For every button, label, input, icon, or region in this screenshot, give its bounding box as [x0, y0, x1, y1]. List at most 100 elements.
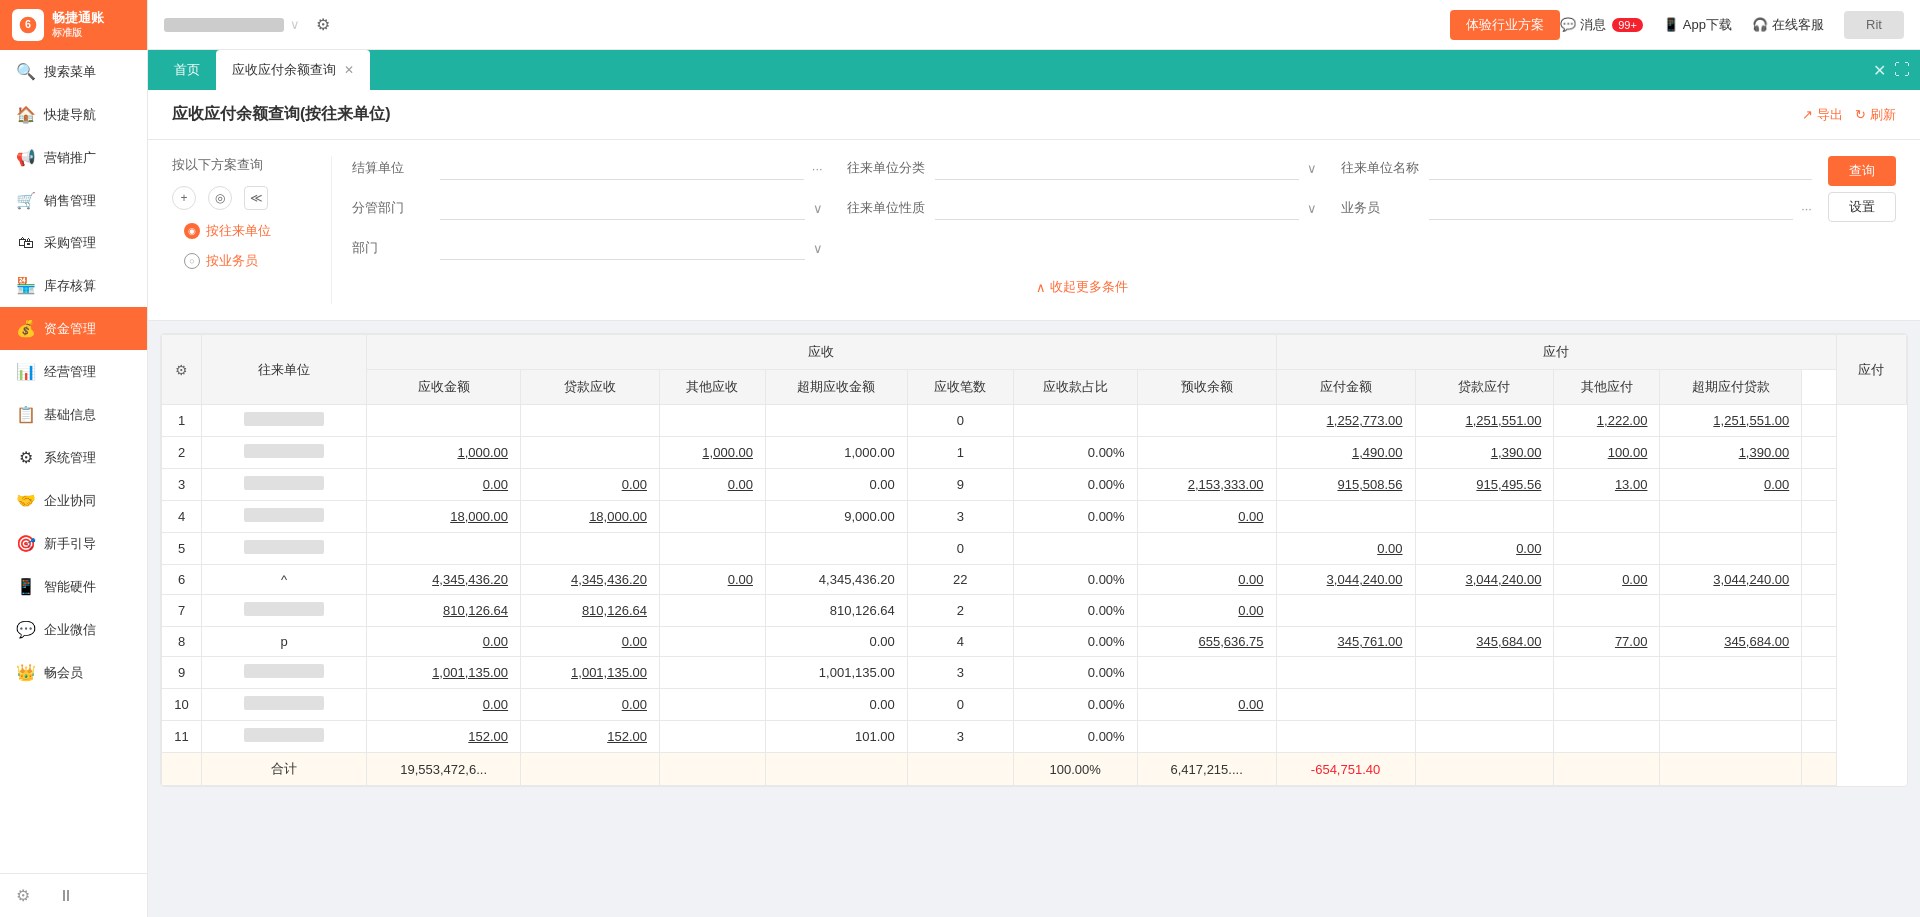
table-cell[interactable]: 0.00 — [367, 627, 521, 657]
table-cell[interactable]: 0.00 — [659, 565, 765, 595]
settlement-unit-input[interactable] — [440, 156, 804, 180]
filter-collapse-btn[interactable]: ∧ 收起更多条件 — [1028, 270, 1136, 304]
tab-close-icon[interactable]: ✕ — [344, 63, 354, 77]
table-cell[interactable]: 1,251,551.00 — [1415, 405, 1554, 437]
tab-expand-icon[interactable]: ⛶ — [1894, 61, 1910, 79]
table-cell[interactable]: 1,390.00 — [1415, 437, 1554, 469]
sidebar-item-enterprise-wechat[interactable]: 💬 企业微信 — [0, 608, 147, 651]
table-cell[interactable]: 1,390.00 — [1660, 437, 1802, 469]
sidebar-item-quick-nav[interactable]: 🏠 快捷导航 — [0, 93, 147, 136]
table-cell[interactable]: 3,044,240.00 — [1660, 565, 1802, 595]
sidebar-item-sales[interactable]: 🛒 销售管理 — [0, 179, 147, 222]
salesperson-dots[interactable]: ··· — [1801, 201, 1812, 216]
table-cell[interactable]: 152.00 — [521, 721, 660, 753]
table-cell[interactable]: 0.00 — [659, 469, 765, 501]
salesperson-input[interactable] — [1429, 196, 1793, 220]
tab-close-all-icon[interactable]: ✕ — [1873, 61, 1886, 80]
tab-home[interactable]: 首页 — [158, 50, 216, 90]
footer-settings-icon[interactable]: ⚙ — [16, 886, 30, 905]
filter-add-btn[interactable]: + — [172, 186, 196, 210]
table-cell[interactable]: 655,636.75 — [1137, 627, 1276, 657]
sidebar-item-purchase[interactable]: 🛍 采购管理 — [0, 222, 147, 264]
table-settings-icon[interactable]: ⚙ — [175, 362, 188, 378]
table-cell[interactable]: 0.00 — [367, 469, 521, 501]
message-section[interactable]: 💬 消息 99+ — [1560, 16, 1643, 34]
sidebar-item-finance[interactable]: 💰 资金管理 — [0, 307, 147, 350]
table-cell[interactable]: 0.00 — [1137, 501, 1276, 533]
table-cell[interactable]: 0.00 — [1137, 689, 1276, 721]
settlement-unit-dots[interactable]: ··· — [812, 161, 823, 176]
unit-nature-select[interactable] — [935, 196, 1300, 220]
filter-nav-by-unit[interactable]: ◉ 按往来单位 — [172, 216, 319, 246]
table-cell[interactable]: 915,508.56 — [1276, 469, 1415, 501]
table-cell[interactable]: 2,153,333.00 — [1137, 469, 1276, 501]
table-cell[interactable]: 0.00 — [1276, 533, 1415, 565]
table-cell[interactable]: 1,252,773.00 — [1276, 405, 1415, 437]
sidebar-item-smart-hw[interactable]: 📱 智能硬件 — [0, 565, 147, 608]
table-cell[interactable]: 18,000.00 — [367, 501, 521, 533]
table-cell[interactable]: 0.00 — [367, 689, 521, 721]
table-cell[interactable]: 345,684.00 — [1415, 627, 1554, 657]
filter-settings-btn[interactable]: ◎ — [208, 186, 232, 210]
unit-name-input[interactable] — [1429, 156, 1812, 180]
table-cell-unit — [202, 469, 367, 501]
table-cell[interactable]: 1,000.00 — [659, 437, 765, 469]
sidebar-item-system[interactable]: ⚙ 系统管理 — [0, 436, 147, 479]
filter-nav-by-salesperson[interactable]: ○ 按业务员 — [172, 246, 319, 276]
table-cell[interactable]: 13.00 — [1554, 469, 1660, 501]
app-download-section[interactable]: 📱 App下载 — [1663, 16, 1732, 34]
sidebar-item-member[interactable]: 👑 畅会员 — [0, 651, 147, 694]
table-cell[interactable]: 77.00 — [1554, 627, 1660, 657]
table-cell[interactable]: 4,345,436.20 — [367, 565, 521, 595]
table-cell[interactable]: 3,044,240.00 — [1415, 565, 1554, 595]
table-cell[interactable]: 1,000.00 — [367, 437, 521, 469]
user-avatar[interactable]: Rit — [1844, 11, 1904, 39]
table-cell[interactable]: 345,761.00 — [1276, 627, 1415, 657]
unit-category-select[interactable] — [935, 156, 1300, 180]
table-cell[interactable]: 0.00 — [1415, 533, 1554, 565]
table-cell[interactable]: 18,000.00 — [521, 501, 660, 533]
table-cell[interactable]: 0.00 — [1554, 565, 1660, 595]
table-cell[interactable]: 0.00 — [521, 689, 660, 721]
topbar-settings-icon[interactable]: ⚙ — [316, 15, 330, 34]
table-cell[interactable]: 0.00 — [1660, 469, 1802, 501]
sidebar-item-basic-info[interactable]: 📋 基础信息 — [0, 393, 147, 436]
table-cell[interactable]: 4,345,436.20 — [521, 565, 660, 595]
promo-button[interactable]: 体验行业方案 — [1450, 10, 1560, 40]
table-cell[interactable]: 0.00 — [1137, 565, 1276, 595]
sidebar-item-inventory[interactable]: 🏪 库存核算 — [0, 264, 147, 307]
sidebar-item-enterprise-collab[interactable]: 🤝 企业协同 — [0, 479, 147, 522]
table-cell[interactable]: 810,126.64 — [367, 595, 521, 627]
table-cell[interactable]: 152.00 — [367, 721, 521, 753]
tab-ar-query[interactable]: 应收应付余额查询 ✕ — [216, 50, 370, 90]
refresh-button[interactable]: ↻ 刷新 — [1855, 106, 1896, 124]
table-cell[interactable]: 345,684.00 — [1660, 627, 1802, 657]
table-row: 500.000.00 — [162, 533, 1907, 565]
footer-ar-other — [659, 753, 765, 786]
sidebar-item-search-menu[interactable]: 🔍 搜索菜单 — [0, 50, 147, 93]
table-cell[interactable]: 0.00 — [521, 627, 660, 657]
table-cell[interactable]: 1,001,135.00 — [367, 657, 521, 689]
table-cell[interactable]: 810,126.64 — [521, 595, 660, 627]
query-button[interactable]: 查询 — [1828, 156, 1896, 186]
sidebar-item-new-guide[interactable]: 🎯 新手引导 — [0, 522, 147, 565]
th-settings[interactable]: ⚙ — [162, 335, 202, 405]
table-cell[interactable]: 1,251,551.00 — [1660, 405, 1802, 437]
table-cell[interactable]: 0.00 — [1137, 595, 1276, 627]
dept-manager-select[interactable] — [440, 196, 805, 220]
footer-collapse-icon[interactable]: ⏸ — [58, 887, 74, 905]
settings-button[interactable]: 设置 — [1828, 192, 1896, 222]
export-button[interactable]: ↗ 导出 — [1802, 106, 1843, 124]
table-cell[interactable]: 915,495.56 — [1415, 469, 1554, 501]
table-cell[interactable]: 0.00 — [521, 469, 660, 501]
online-service-section[interactable]: 🎧 在线客服 — [1752, 16, 1824, 34]
table-cell[interactable]: 1,001,135.00 — [521, 657, 660, 689]
department-select[interactable] — [440, 236, 805, 260]
filter-collapse-btn[interactable]: ≪ — [244, 186, 268, 210]
table-cell[interactable]: 100.00 — [1554, 437, 1660, 469]
table-cell[interactable]: 1,490.00 — [1276, 437, 1415, 469]
sidebar-item-operations[interactable]: 📊 经营管理 — [0, 350, 147, 393]
sidebar-item-marketing[interactable]: 📢 营销推广 — [0, 136, 147, 179]
table-cell[interactable]: 1,222.00 — [1554, 405, 1660, 437]
table-cell[interactable]: 3,044,240.00 — [1276, 565, 1415, 595]
